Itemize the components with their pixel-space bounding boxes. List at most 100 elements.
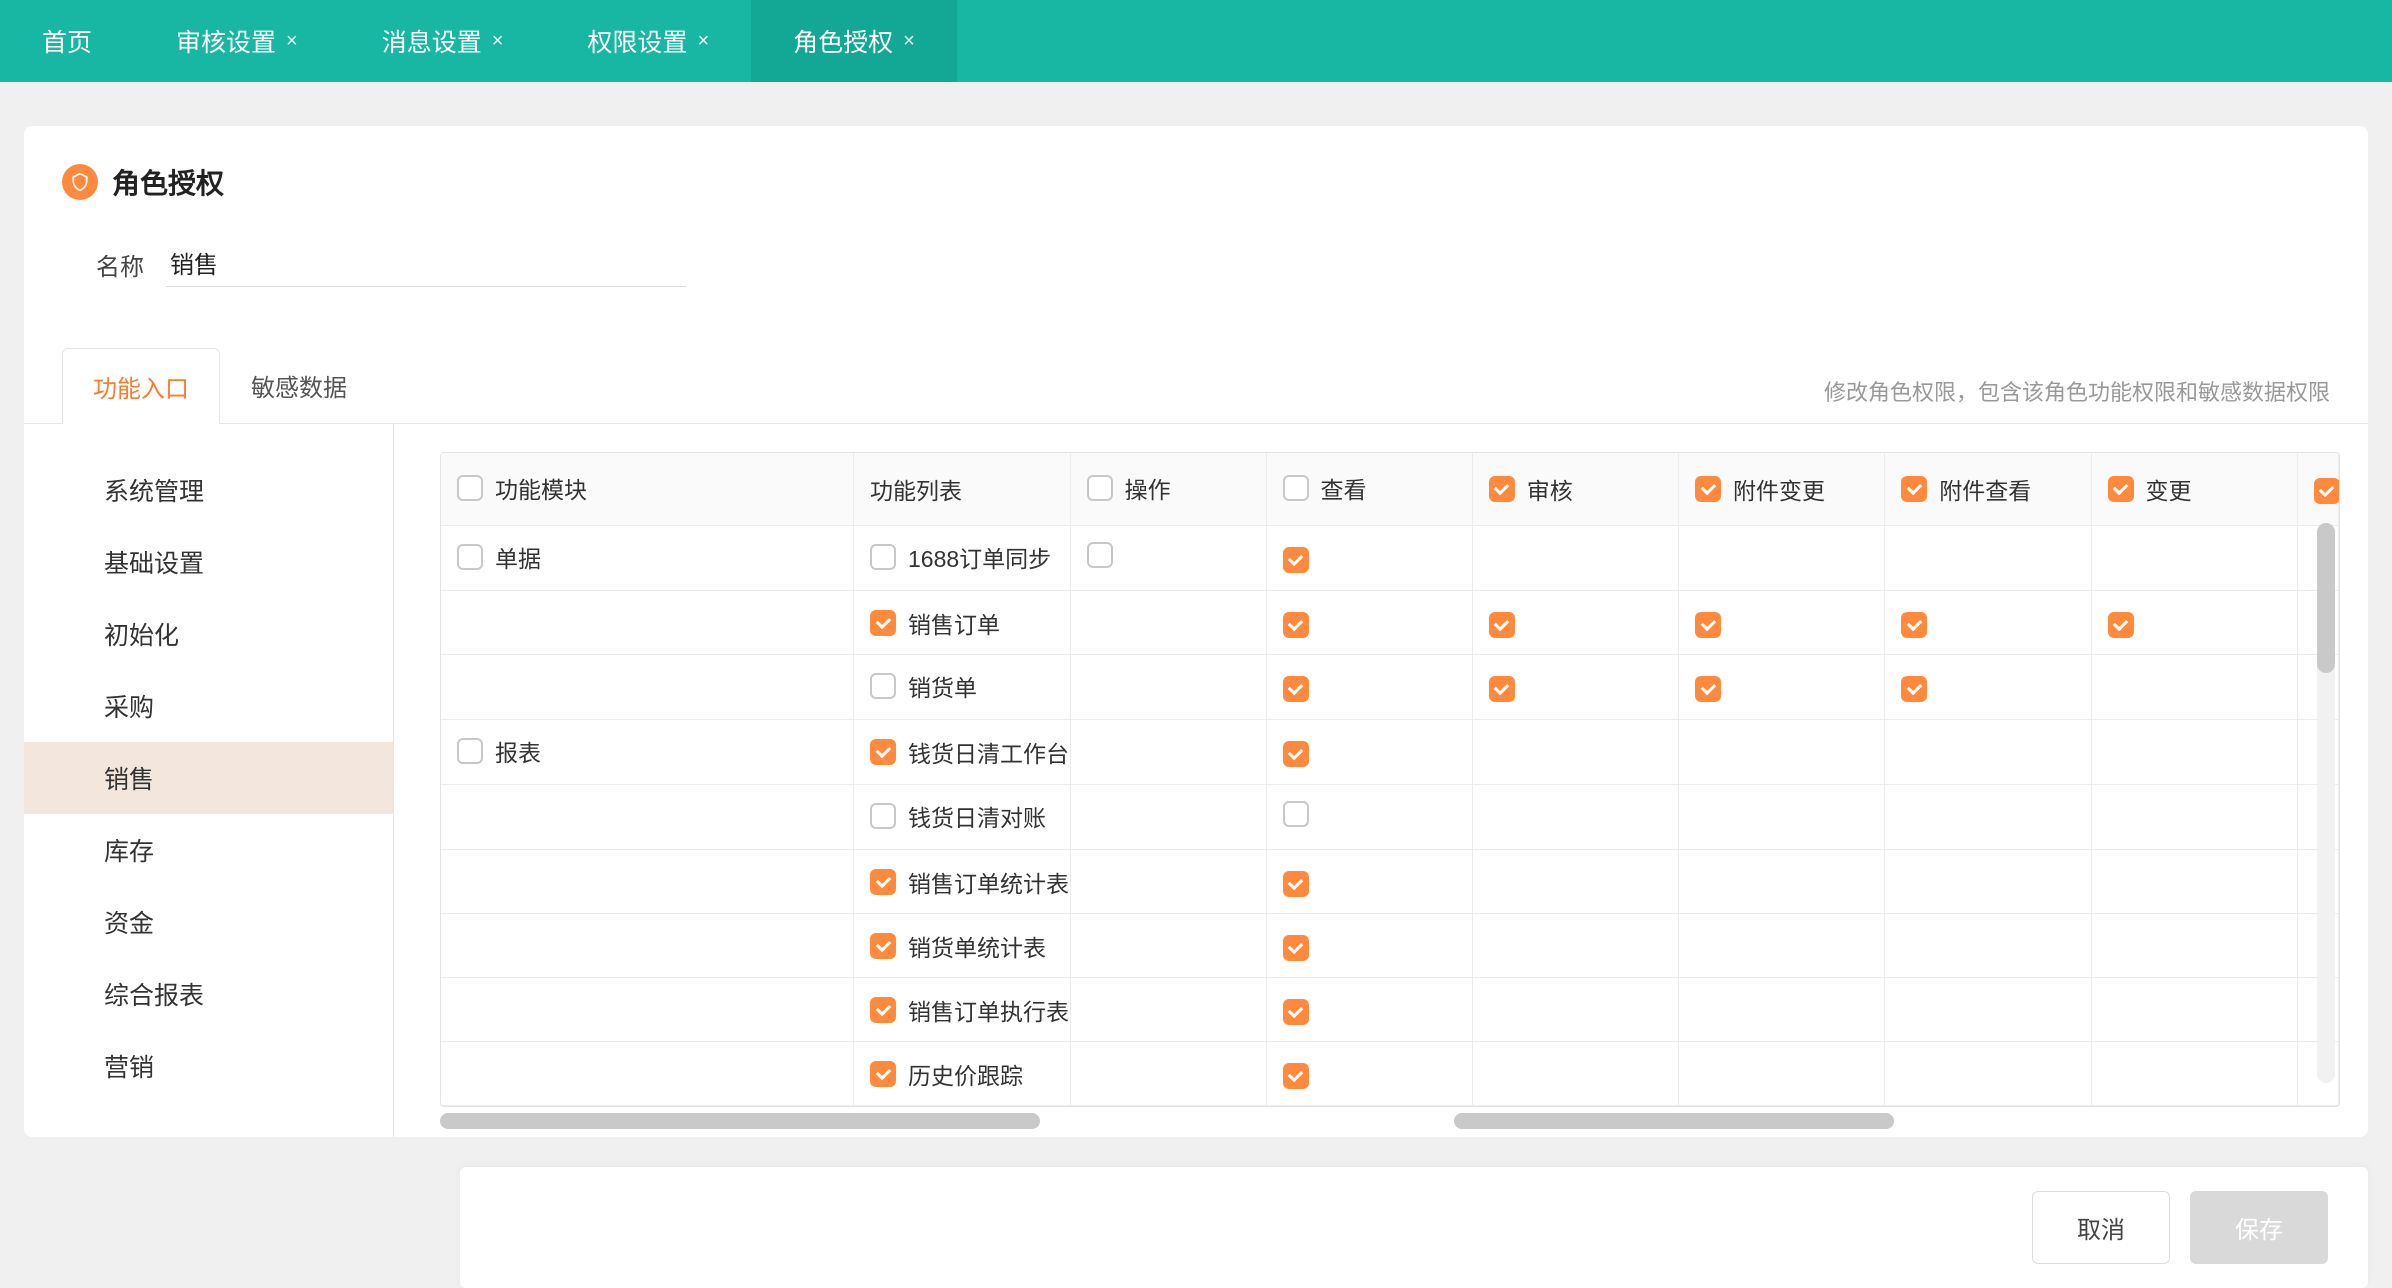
cell-op bbox=[1070, 590, 1266, 654]
checkbox-label: 销售订单统计表 bbox=[908, 865, 1069, 899]
cell-perm-0 bbox=[1266, 977, 1472, 1041]
checkbox[interactable] bbox=[1283, 871, 1309, 897]
module-check: 报表 bbox=[457, 734, 541, 768]
close-icon[interactable]: × bbox=[492, 30, 504, 53]
checkbox[interactable] bbox=[457, 738, 483, 764]
subtab-1[interactable]: 敏感数据 bbox=[220, 347, 378, 423]
checkbox[interactable] bbox=[1283, 1063, 1309, 1089]
close-icon[interactable]: × bbox=[903, 30, 915, 53]
cell-perm-2 bbox=[1679, 654, 1885, 719]
checkbox[interactable] bbox=[870, 803, 896, 829]
cell-module bbox=[441, 849, 854, 913]
cell-perm-2 bbox=[1679, 913, 1885, 977]
checkbox[interactable] bbox=[870, 544, 896, 570]
list-check: 销货单 bbox=[870, 669, 977, 703]
nav-tab-4[interactable]: 角色授权× bbox=[751, 0, 957, 82]
cell-list: 历史价跟踪 bbox=[854, 1041, 1071, 1105]
checkbox-label: 销售订单执行表 bbox=[908, 993, 1069, 1027]
table-row: 报表 钱货日清工作台 bbox=[441, 719, 2339, 784]
checkbox[interactable] bbox=[870, 1061, 896, 1087]
nav-tab-1[interactable]: 审核设置× bbox=[134, 0, 340, 82]
checkbox[interactable] bbox=[1283, 999, 1309, 1025]
cell-perm-3 bbox=[1885, 1041, 2091, 1105]
checkbox[interactable] bbox=[2108, 612, 2134, 638]
checkbox[interactable] bbox=[1901, 676, 1927, 702]
checkbox[interactable] bbox=[1489, 676, 1515, 702]
nav-tab-2[interactable]: 消息设置× bbox=[340, 0, 546, 82]
checkbox[interactable] bbox=[870, 933, 896, 959]
sidebar-item-0[interactable]: 系统管理 bbox=[24, 454, 393, 526]
checkbox[interactable] bbox=[1283, 612, 1309, 638]
checkbox[interactable] bbox=[1283, 935, 1309, 961]
checkbox[interactable] bbox=[2314, 478, 2340, 504]
checkbox[interactable] bbox=[870, 997, 896, 1023]
nav-tab-0[interactable]: 首页 bbox=[0, 0, 134, 82]
cell-op bbox=[1070, 849, 1266, 913]
cancel-button[interactable]: 取消 bbox=[2032, 1191, 2170, 1264]
sidebar-item-8[interactable]: 营销 bbox=[24, 1030, 393, 1102]
th-check-change: 变更 bbox=[2108, 472, 2192, 506]
sidebar-item-7[interactable]: 综合报表 bbox=[24, 958, 393, 1030]
checkbox[interactable] bbox=[1283, 475, 1309, 501]
checkbox[interactable] bbox=[1901, 476, 1927, 502]
checkbox[interactable] bbox=[2108, 476, 2134, 502]
permissions-table: 功能模块功能列表操作查看审核附件变更附件查看变更 单据1688订单同步销售订单销… bbox=[441, 453, 2339, 1106]
checkbox[interactable] bbox=[1087, 475, 1113, 501]
checkbox-label: 历史价跟踪 bbox=[908, 1057, 1023, 1091]
help-text: 修改角色权限，包含该角色功能权限和敏感数据权限 bbox=[1824, 375, 2330, 423]
subtab-0[interactable]: 功能入口 bbox=[62, 348, 220, 424]
sidebar-item-4[interactable]: 销售 bbox=[24, 742, 393, 814]
checkbox[interactable] bbox=[1489, 476, 1515, 502]
nav-tab-3[interactable]: 权限设置× bbox=[545, 0, 751, 82]
vertical-scrollbar[interactable] bbox=[2317, 523, 2335, 1083]
name-input[interactable] bbox=[166, 242, 686, 287]
th-check-more bbox=[2314, 478, 2340, 504]
close-icon[interactable]: × bbox=[286, 30, 298, 53]
table-row: 销售订单执行表 bbox=[441, 977, 2339, 1041]
checkbox[interactable] bbox=[870, 869, 896, 895]
perm-check bbox=[1695, 676, 1721, 702]
scrollbar-thumb[interactable] bbox=[2317, 523, 2335, 673]
cell-list: 销货单统计表 bbox=[854, 913, 1071, 977]
checkbox[interactable] bbox=[870, 739, 896, 765]
checkbox[interactable] bbox=[1695, 612, 1721, 638]
checkbox[interactable] bbox=[1283, 547, 1309, 573]
cell-perm-2 bbox=[1679, 977, 1885, 1041]
sidebar-item-2[interactable]: 初始化 bbox=[24, 598, 393, 670]
checkbox[interactable] bbox=[457, 544, 483, 570]
checkbox[interactable] bbox=[1695, 476, 1721, 502]
table-row: 钱货日清对账 bbox=[441, 784, 2339, 849]
checkbox[interactable] bbox=[1283, 676, 1309, 702]
horizontal-scrollbar-right[interactable] bbox=[1454, 1113, 1894, 1129]
cell-perm-3 bbox=[1885, 654, 2091, 719]
sidebar-item-5[interactable]: 库存 bbox=[24, 814, 393, 886]
th-check-att_change: 附件变更 bbox=[1695, 472, 1825, 506]
name-label: 名称 bbox=[96, 247, 144, 282]
cell-op bbox=[1070, 525, 1266, 590]
checkbox[interactable] bbox=[1901, 612, 1927, 638]
list-check: 销售订单执行表 bbox=[870, 993, 1069, 1027]
save-button[interactable]: 保存 bbox=[2190, 1191, 2328, 1264]
table-row: 销售订单统计表 bbox=[441, 849, 2339, 913]
checkbox[interactable] bbox=[457, 475, 483, 501]
sidebar-item-6[interactable]: 资金 bbox=[24, 886, 393, 958]
horizontal-scrollbar-left[interactable] bbox=[440, 1113, 1040, 1129]
sidebar-item-3[interactable]: 采购 bbox=[24, 670, 393, 742]
checkbox[interactable] bbox=[1283, 801, 1309, 827]
checkbox[interactable] bbox=[1283, 741, 1309, 767]
cell-perm-1 bbox=[1472, 913, 1678, 977]
cell-op bbox=[1070, 654, 1266, 719]
cell-module bbox=[441, 784, 854, 849]
close-icon[interactable]: × bbox=[697, 30, 709, 53]
th-check-view: 查看 bbox=[1283, 471, 1367, 505]
table-row: 销货单 bbox=[441, 654, 2339, 719]
checkbox[interactable] bbox=[1087, 542, 1113, 568]
cell-module: 单据 bbox=[441, 525, 854, 590]
checkbox[interactable] bbox=[870, 673, 896, 699]
checkbox[interactable] bbox=[870, 610, 896, 636]
checkbox[interactable] bbox=[1489, 612, 1515, 638]
list-check: 钱货日清工作台 bbox=[870, 735, 1069, 769]
cell-perm-4 bbox=[2091, 719, 2297, 784]
sidebar-item-1[interactable]: 基础设置 bbox=[24, 526, 393, 598]
checkbox[interactable] bbox=[1695, 676, 1721, 702]
